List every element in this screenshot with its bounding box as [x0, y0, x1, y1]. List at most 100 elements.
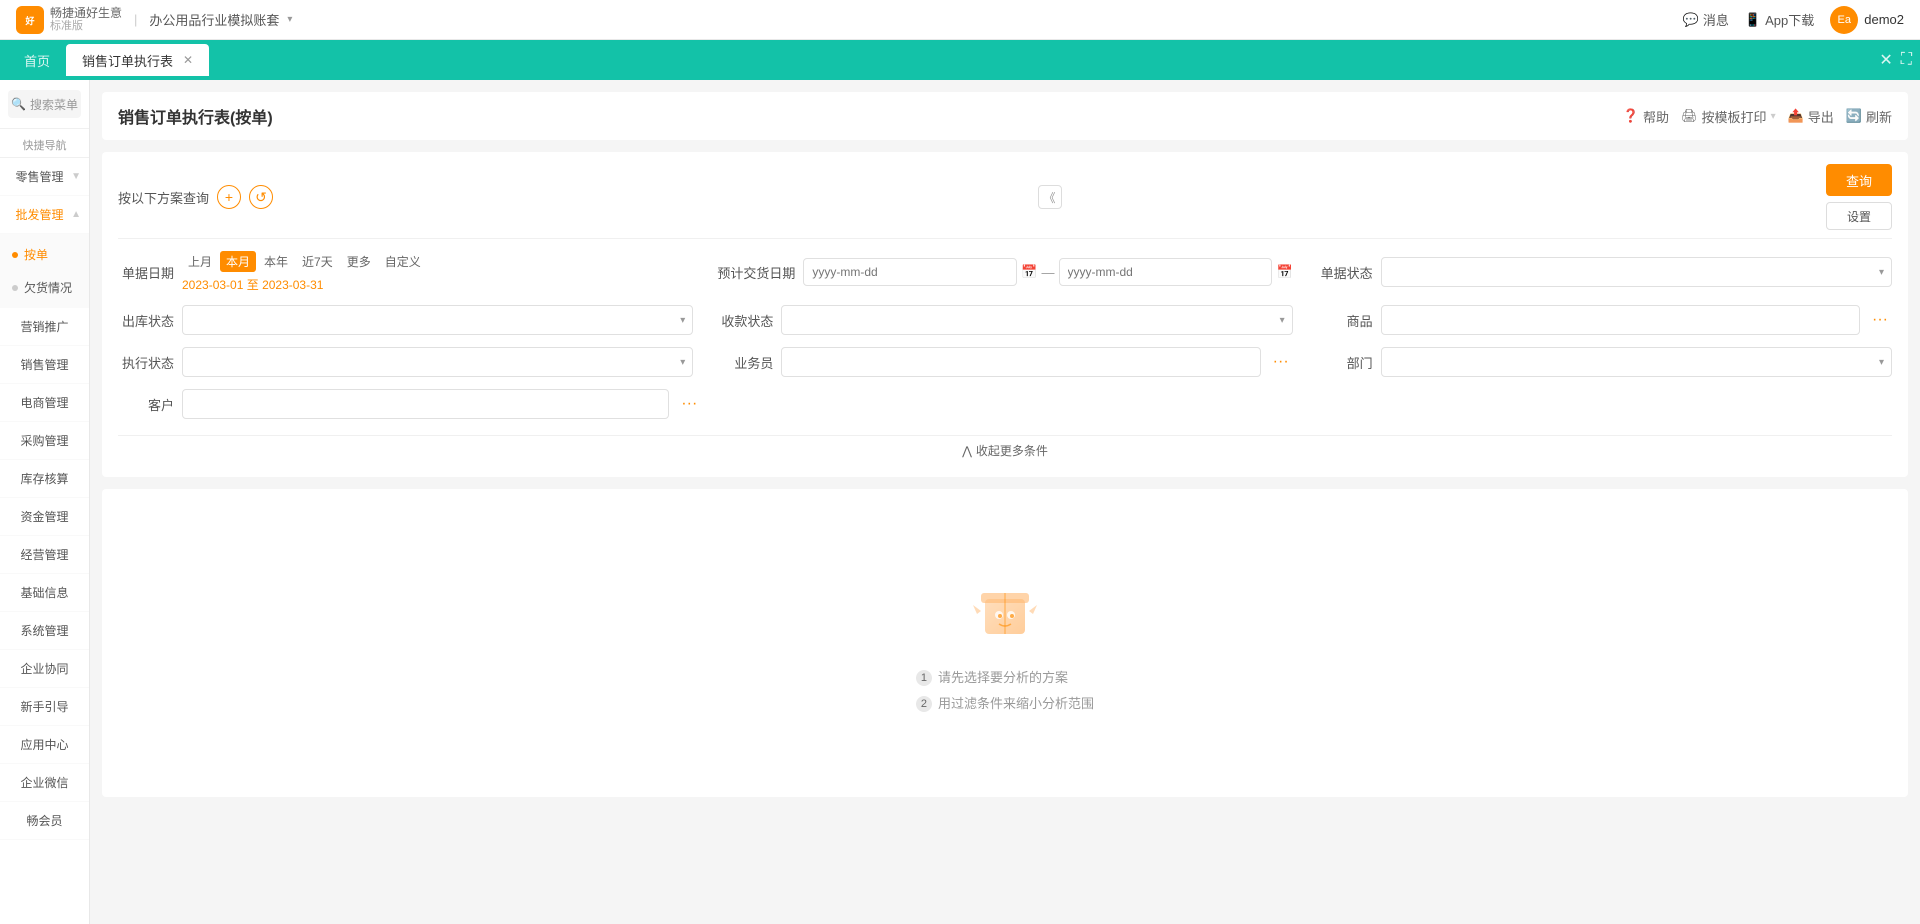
sidebar-item-member[interactable]: 畅会员 [0, 802, 89, 840]
sidebar-item-inventory[interactable]: 库存核算 [0, 460, 89, 498]
filter-field-doc-status: 单据状态 ▾ [1317, 257, 1892, 287]
app-icon: 📱 [1745, 12, 1761, 28]
filter-field-execute-status: 执行状态 ▾ [118, 347, 693, 377]
date-tab-this-month[interactable]: 本月 [220, 251, 256, 272]
payment-status-select-wrapper: ▾ [781, 305, 1292, 335]
filter-row-1: 单据日期 上月 本月 本年 近7天 更多 自定义 2023-03-01 至 20… [118, 251, 1892, 293]
empty-illustration [965, 569, 1045, 649]
customer-more-icon[interactable]: ··· [677, 396, 701, 412]
sidebar-sub-item-shortage[interactable]: 欠货情况 [0, 271, 89, 304]
user-area[interactable]: Ea demo2 [1830, 6, 1904, 34]
date-tab-custom[interactable]: 自定义 [379, 251, 427, 272]
collapse-more-icon: ⋀ [962, 444, 972, 458]
tab-close-window-icon[interactable]: ✕ [1879, 50, 1892, 70]
export-icon: 📤 [1788, 108, 1804, 124]
print-icon: 🖨 [1681, 108, 1698, 124]
sidebar-item-retail[interactable]: 零售管理 ▼ [0, 158, 89, 196]
expected-date-label: 预计交货日期 [717, 263, 795, 282]
page-actions: ❓ 帮助 🖨 按模板打印 ▾ 📤 导出 🔄 刷新 [1623, 107, 1892, 126]
sidebar-item-enterprise[interactable]: 企业协同 [0, 650, 89, 688]
top-bar-right: 💬 消息 📱 App下载 Ea demo2 [1683, 6, 1904, 34]
ship-status-select[interactable] [182, 305, 693, 335]
message-icon: 💬 [1683, 12, 1699, 28]
date-tab-more[interactable]: 更多 [341, 251, 377, 272]
logo-text: 畅捷通好生意 标准版 [50, 6, 122, 34]
date-tab-last-month[interactable]: 上月 [182, 251, 218, 272]
print-button[interactable]: 🖨 按模板打印 ▾ [1681, 107, 1776, 126]
sidebar-item-finance[interactable]: 资金管理 [0, 498, 89, 536]
query-button[interactable]: 查询 [1826, 164, 1892, 196]
salesperson-input[interactable] [781, 347, 1260, 377]
filter-field-goods: 商品 ··· [1317, 305, 1892, 335]
execute-status-select[interactable] [182, 347, 693, 377]
calendar-icon-2: 📅 [1276, 264, 1292, 280]
collapse-button[interactable]: 《 [1038, 185, 1062, 209]
help-button[interactable]: ❓ 帮助 [1623, 107, 1669, 126]
date-tab-this-year[interactable]: 本年 [258, 251, 294, 272]
date-tabs: 上月 本月 本年 近7天 更多 自定义 [182, 251, 693, 272]
customer-input[interactable] [182, 389, 669, 419]
tab-sales-order[interactable]: 销售订单执行表 ✕ [66, 44, 209, 76]
avatar: Ea [1830, 6, 1858, 34]
tab-home[interactable]: 首页 [8, 44, 66, 76]
tab-fullscreen-icon[interactable]: ⛶ [1901, 51, 1912, 69]
top-bar-left: 好 畅捷通好生意 标准版 | 办公用品行业模拟账套 ▾ [16, 6, 292, 34]
date-field-content: 上月 本月 本年 近7天 更多 自定义 2023-03-01 至 2023-03… [182, 251, 693, 293]
sidebar-item-app-center[interactable]: 应用中心 [0, 726, 89, 764]
payment-status-select[interactable] [781, 305, 1292, 335]
tab-close-icon[interactable]: ✕ [183, 53, 193, 67]
search-menu-button[interactable]: 🔍 搜索菜单 [8, 90, 81, 118]
sidebar-item-wholesale[interactable]: 批发管理 ▲ [0, 196, 89, 234]
sidebar-item-marketing[interactable]: 营销推广 [0, 308, 89, 346]
ship-status-label: 出库状态 [118, 311, 174, 330]
sidebar-sub-item-order[interactable]: 按单 [0, 238, 89, 271]
filter-field-expected-date: 预计交货日期 📅 — 📅 [717, 258, 1292, 286]
add-scheme-button[interactable]: + [217, 185, 241, 209]
expected-date-end-input[interactable] [1059, 258, 1273, 286]
filter-panel: 按以下方案查询 + ↺ 《 查询 设置 单据日期 上月 [102, 152, 1908, 477]
app-download-action[interactable]: 📱 App下载 [1745, 10, 1814, 29]
sidebar-item-system[interactable]: 系统管理 [0, 612, 89, 650]
expected-date-input-group: 📅 — 📅 [803, 258, 1292, 286]
sidebar-submenu-wholesale: 按单 欠货情况 [0, 234, 89, 308]
main-layout: 🔍 搜索菜单 快捷导航 零售管理 ▼ 批发管理 ▲ 按单 欠货情况 [0, 80, 1920, 924]
dept-label: 部门 [1317, 353, 1373, 372]
goods-more-icon[interactable]: ··· [1868, 312, 1892, 328]
empty-step-2: 2 用过滤条件来缩小分析范围 [916, 691, 1094, 717]
doc-status-select[interactable] [1381, 257, 1892, 287]
salesperson-more-icon[interactable]: ··· [1269, 354, 1293, 370]
sidebar-item-guide[interactable]: 新手引导 [0, 688, 89, 726]
sidebar-item-wechat[interactable]: 企业微信 [0, 764, 89, 802]
execute-status-select-wrapper: ▾ [182, 347, 693, 377]
export-button[interactable]: 📤 导出 [1788, 107, 1834, 126]
refresh-icon: 🔄 [1846, 108, 1862, 124]
expected-date-start-input[interactable] [803, 258, 1017, 286]
refresh-button[interactable]: 🔄 刷新 [1846, 107, 1892, 126]
query-buttons-area: 查询 设置 [1826, 164, 1892, 230]
sidebar-item-purchase[interactable]: 采购管理 [0, 422, 89, 460]
calendar-icon-1: 📅 [1021, 264, 1037, 280]
date-tab-7days[interactable]: 近7天 [296, 251, 339, 272]
sidebar-item-sales[interactable]: 销售管理 [0, 346, 89, 384]
sidebar-item-ecommerce[interactable]: 电商管理 [0, 384, 89, 422]
chevron-up-icon: ▲ [71, 209, 81, 220]
sidebar-item-operations[interactable]: 经营管理 [0, 536, 89, 574]
settings-button[interactable]: 设置 [1826, 202, 1892, 230]
inactive-dot [12, 285, 18, 291]
sidebar-search-area: 🔍 搜索菜单 [0, 80, 89, 129]
filter-row-2: 出库状态 ▾ 收款状态 ▾ [118, 305, 1892, 335]
dept-select[interactable] [1381, 347, 1892, 377]
filter-field-customer: 客户 ··· [118, 389, 701, 419]
dropdown-icon[interactable]: ▾ [287, 14, 292, 25]
message-action[interactable]: 💬 消息 [1683, 10, 1729, 29]
collapse-more-button[interactable]: ⋀ 收起更多条件 [118, 435, 1892, 465]
filter-field-date: 单据日期 上月 本月 本年 近7天 更多 自定义 2023-03-01 至 20… [118, 251, 693, 293]
page-title: 销售订单执行表(按单) [118, 104, 273, 128]
execute-status-label: 执行状态 [118, 353, 174, 372]
date-range-display: 2023-03-01 至 2023-03-31 [182, 276, 693, 293]
goods-input[interactable] [1381, 305, 1860, 335]
sidebar-item-basic-info[interactable]: 基础信息 [0, 574, 89, 612]
empty-state: 1 请先选择要分析的方案 2 用过滤条件来缩小分析范围 [102, 489, 1908, 797]
refresh-scheme-button[interactable]: ↺ [249, 185, 273, 209]
logo-area: 好 畅捷通好生意 标准版 [16, 6, 122, 34]
